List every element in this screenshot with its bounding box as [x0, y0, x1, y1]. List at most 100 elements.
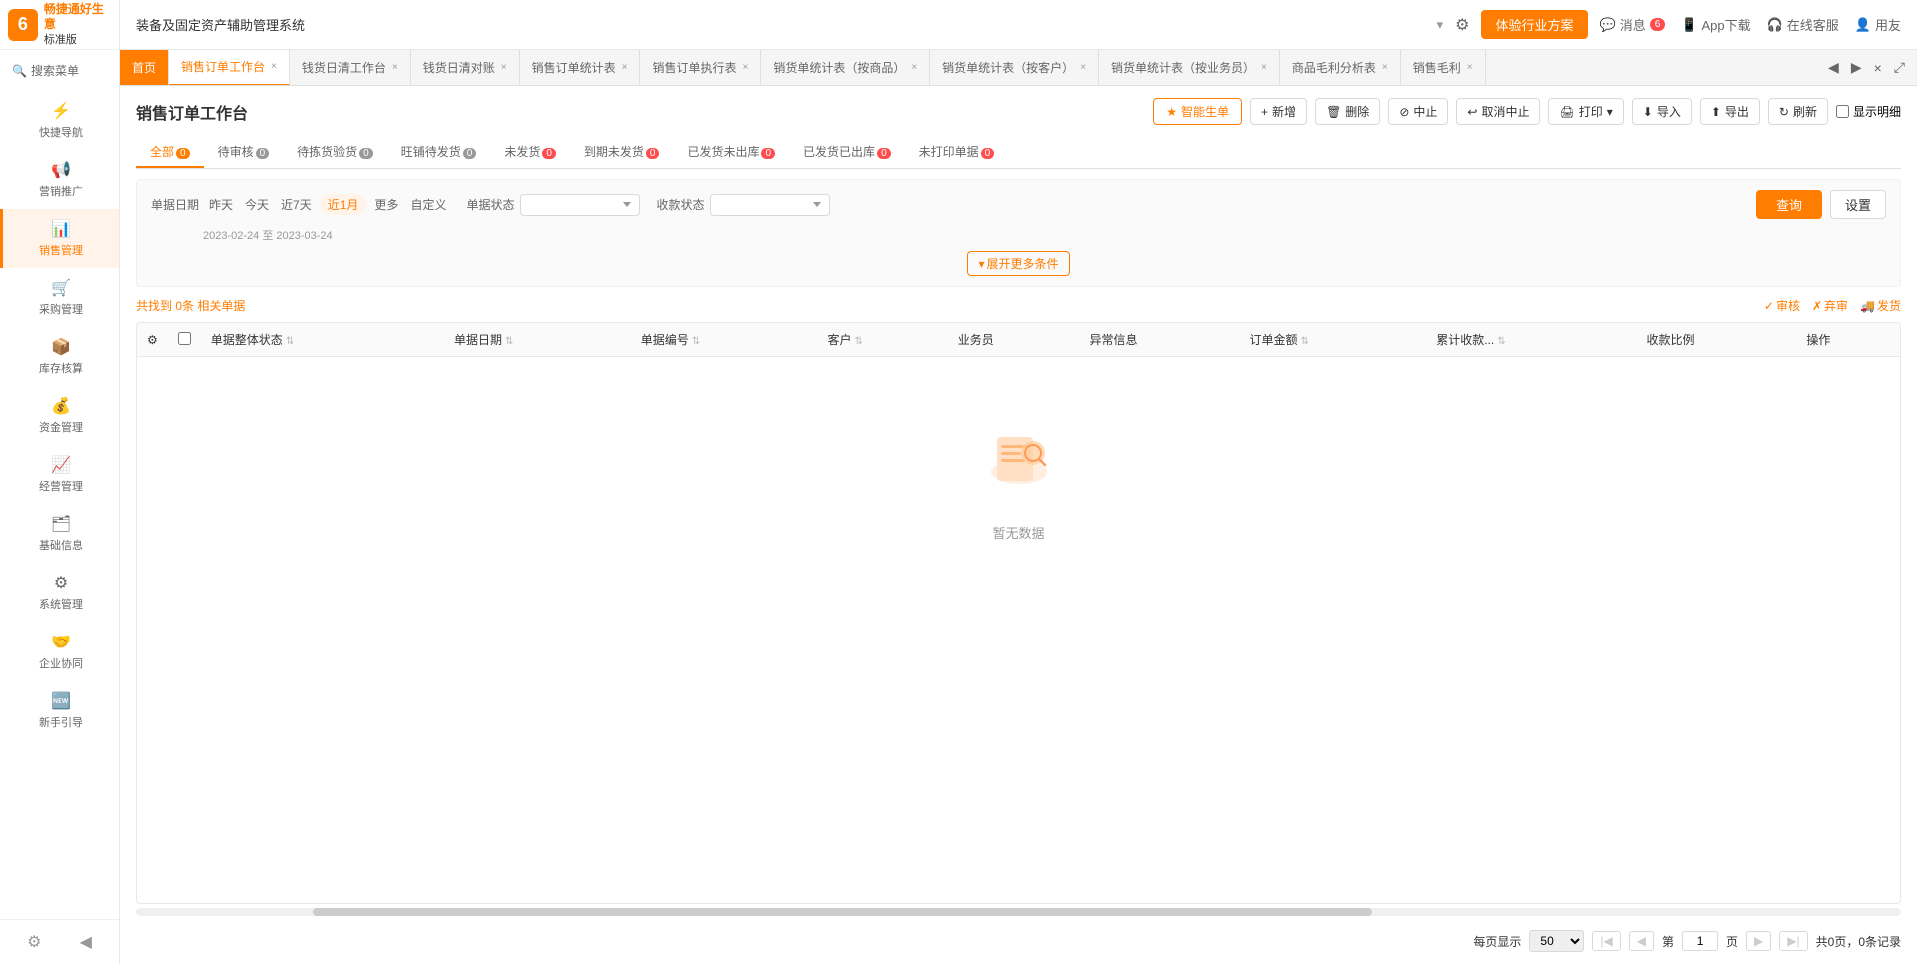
date-opt-近1月[interactable]: 近1月	[320, 194, 367, 215]
tab-close-sales-stat-staff[interactable]: ×	[1261, 62, 1267, 73]
status-select[interactable]	[520, 194, 640, 216]
tab-close-sales-workbench[interactable]: ×	[271, 61, 277, 72]
tab-close-product-margin[interactable]: ×	[1382, 62, 1388, 73]
tab-sales-gross[interactable]: 销售毛利×	[1401, 50, 1486, 86]
sidebar-item-quick-nav[interactable]: ⚡快捷导航	[0, 91, 119, 150]
tabs-next-btn[interactable]: ▶	[1847, 57, 1866, 78]
sidebar-item-sales[interactable]: 📊销售管理	[0, 209, 119, 268]
sort-icon-status[interactable]: ⇅	[286, 336, 294, 347]
th-customer: 客户⇅	[817, 323, 947, 357]
date-opt-更多[interactable]: 更多	[370, 194, 402, 215]
show-detail-checkbox[interactable]	[1836, 105, 1849, 118]
tab-close-sales-stat[interactable]: ×	[622, 62, 628, 73]
tab-cash-clear[interactable]: 钱货日清工作台×	[290, 50, 411, 86]
sub-tab-shipped-out[interactable]: 已发货已出库0	[789, 137, 905, 168]
tab-close-cash-clear[interactable]: ×	[392, 62, 398, 73]
expand-btn[interactable]: ▾ 展开更多条件	[967, 251, 1069, 276]
sidebar-item-system[interactable]: ⚙系统管理	[0, 563, 119, 622]
refresh-btn[interactable]: ↻ 刷新	[1768, 98, 1828, 125]
setting-btn[interactable]: 设置	[1830, 190, 1886, 219]
sidebar-search[interactable]: 🔍 搜索菜单	[4, 54, 115, 87]
sub-tab-not-shipped[interactable]: 未发货0	[490, 137, 570, 168]
page-size-select[interactable]: 50 100	[1529, 930, 1584, 952]
sub-tab-count: 0	[176, 148, 190, 159]
sidebar-item-operations[interactable]: 📈经营管理	[0, 445, 119, 504]
tab-sales-stat-customer[interactable]: 销货单统计表（按客户）×	[930, 50, 1099, 86]
user-btn[interactable]: 👤 用友	[1855, 15, 1901, 34]
sort-icon-number[interactable]: ⇅	[692, 336, 700, 347]
sub-tab-wangpu-deliver[interactable]: 旺铺待发货0	[387, 137, 491, 168]
select-all-checkbox[interactable]	[178, 332, 191, 345]
tabs-maximize-btn[interactable]: ⤢	[1890, 57, 1909, 78]
app-download-btn[interactable]: 📱 App下载	[1681, 15, 1750, 34]
ship-action-btn[interactable]: 🚚 发货	[1860, 297, 1901, 314]
solution-btn[interactable]: 体验行业方案	[1481, 10, 1587, 39]
prev-page-btn[interactable]: ◀	[1629, 931, 1654, 951]
add-btn[interactable]: + 新增	[1250, 98, 1307, 125]
th-status: 单据整体状态⇅	[201, 323, 444, 357]
scrollbar-track[interactable]	[136, 908, 1901, 916]
tab-sales-workbench[interactable]: 销售订单工作台×	[169, 50, 290, 86]
date-opt-自定义[interactable]: 自定义	[406, 194, 450, 215]
tab-product-margin[interactable]: 商品毛利分析表×	[1280, 50, 1401, 86]
tab-sales-stat[interactable]: 销售订单统计表×	[520, 50, 641, 86]
tab-close-sales-stat-product[interactable]: ×	[911, 62, 917, 73]
sidebar-item-capital[interactable]: 💰资金管理	[0, 386, 119, 445]
print-btn[interactable]: 🖨 打印 ▾	[1548, 98, 1623, 125]
tab-close-sales-exec[interactable]: ×	[742, 62, 748, 73]
tab-sales-stat-product[interactable]: 销货单统计表（按商品）×	[761, 50, 930, 86]
export-btn[interactable]: ⬆ 导出	[1700, 98, 1760, 125]
delete-btn[interactable]: 🗑 删除	[1315, 98, 1380, 125]
sort-icon-amount[interactable]: ⇅	[1300, 336, 1308, 347]
sidebar-item-inventory[interactable]: 📦库存核算	[0, 327, 119, 386]
sub-tab-pending-review[interactable]: 待审核0	[204, 137, 284, 168]
tab-sales-exec[interactable]: 销售订单执行表×	[640, 50, 761, 86]
sub-tab-shipped-not-out[interactable]: 已发货未出库0	[673, 137, 789, 168]
sort-icon-received[interactable]: ⇅	[1497, 336, 1505, 347]
sidebar-item-guide[interactable]: 🆕新手引导	[0, 681, 119, 740]
last-page-btn[interactable]: ▶|	[1779, 931, 1807, 951]
sidebar-item-marketing[interactable]: 📢营销推广	[0, 150, 119, 209]
tab-sales-stat-staff[interactable]: 销货单统计表（按业务员）×	[1099, 50, 1280, 86]
th-checkbox[interactable]	[168, 323, 201, 357]
message-btn[interactable]: 💬 消息 6	[1600, 15, 1666, 34]
first-page-btn[interactable]: |◀	[1592, 931, 1620, 951]
online-service-btn[interactable]: 🎧 在线客服	[1767, 15, 1839, 34]
date-opt-今天[interactable]: 今天	[241, 194, 273, 215]
tab-home[interactable]: 首页	[120, 50, 169, 86]
sidebar-item-collab[interactable]: 🤝企业协同	[0, 622, 119, 681]
import-btn[interactable]: ⬇ 导入	[1632, 98, 1692, 125]
show-detail-label[interactable]: 显示明细	[1836, 103, 1901, 120]
uncheck-action-btn[interactable]: ✗ 弃审	[1812, 297, 1848, 314]
page-input[interactable]	[1682, 931, 1718, 951]
tabs-close-all-btn[interactable]: ×	[1870, 58, 1886, 78]
cancel-stop-btn[interactable]: ↩ 取消中止	[1456, 98, 1540, 125]
date-opt-近7天[interactable]: 近7天	[277, 194, 316, 215]
tab-close-cash-reconcile[interactable]: ×	[501, 62, 507, 73]
sidebar-item-purchase[interactable]: 🛒采购管理	[0, 268, 119, 327]
sort-icon-date[interactable]: ⇅	[505, 336, 513, 347]
sub-tab-pending-inspect[interactable]: 待拣货验货0	[283, 137, 387, 168]
tabs-prev-btn[interactable]: ◀	[1824, 57, 1843, 78]
tab-close-sales-gross[interactable]: ×	[1467, 62, 1473, 73]
collapse-icon[interactable]: ◀	[76, 928, 96, 956]
stop-btn[interactable]: ⊘ 中止	[1388, 98, 1448, 125]
date-opt-昨天[interactable]: 昨天	[205, 194, 237, 215]
sub-tab-expire-not-shipped[interactable]: 到期未发货0	[570, 137, 674, 168]
next-page-btn[interactable]: ▶	[1746, 931, 1771, 951]
header-actions: ★ 智能生单 + 新增 🗑 删除 ⊘ 中止 ↩ 取消中止	[1153, 98, 1901, 125]
settings-topbar-icon[interactable]: ⚙	[1455, 15, 1469, 35]
payment-select[interactable]	[710, 194, 830, 216]
sub-tab-not-printed[interactable]: 未打印单据0	[905, 137, 1009, 168]
sort-icon-customer[interactable]: ⇅	[854, 336, 862, 347]
th-settings[interactable]: ⚙	[137, 323, 168, 357]
settings-icon[interactable]: ⚙	[23, 928, 45, 956]
tab-close-sales-stat-customer[interactable]: ×	[1080, 62, 1086, 73]
smart-btn[interactable]: ★ 智能生单	[1153, 98, 1242, 125]
query-btn[interactable]: 查询	[1756, 190, 1822, 219]
logo-icon: 6	[8, 9, 38, 41]
tab-cash-reconcile[interactable]: 钱货日清对账×	[411, 50, 520, 86]
sidebar-item-basic[interactable]: 🗂基础信息	[0, 504, 119, 563]
review-action-btn[interactable]: ✓ 审核	[1764, 297, 1800, 314]
sub-tab-all[interactable]: 全部0	[136, 137, 204, 168]
